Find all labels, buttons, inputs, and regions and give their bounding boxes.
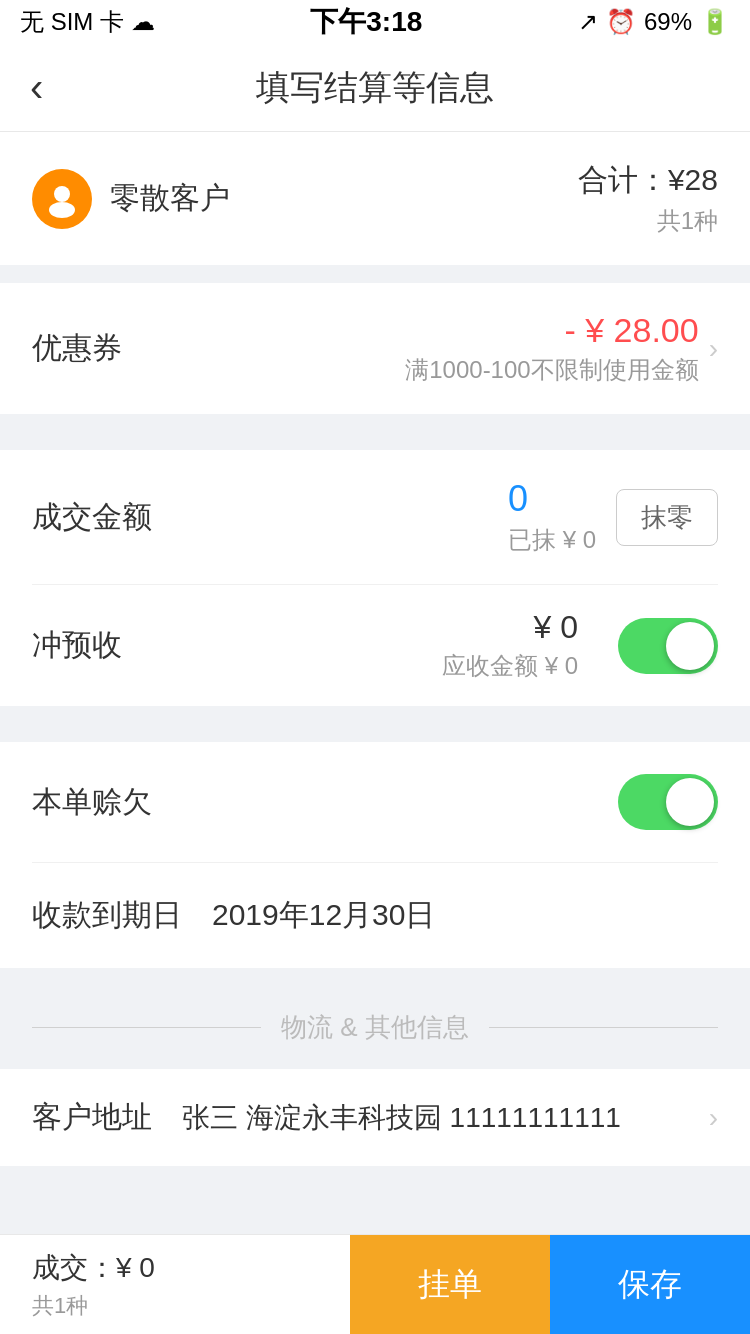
coupon-label: 优惠券: [32, 328, 122, 369]
bottom-summary-count: 共1种: [32, 1291, 318, 1321]
svg-point-1: [49, 202, 75, 218]
due-date-label: 收款到期日: [32, 895, 182, 936]
prepayment-sub: 应收金额 ¥ 0: [442, 650, 578, 682]
status-right: ↗ ⏰ 69% 🔋: [578, 8, 730, 36]
customer-right: 合计：¥28 共1种: [578, 160, 718, 237]
credit-toggle[interactable]: [618, 774, 718, 830]
chevron-right-icon-address: ›: [709, 1102, 718, 1134]
coupon-desc: 满1000-100不限制使用金额: [405, 354, 698, 386]
credit-label: 本单赊欠: [32, 782, 152, 823]
nav-bar: ‹ 填写结算等信息: [0, 44, 750, 132]
bottom-summary-value: ¥ 0: [116, 1252, 155, 1283]
status-left: 无 SIM 卡 ☁: [20, 6, 155, 38]
address-row[interactable]: 客户地址 张三 海淀永丰科技园 11111111111 ›: [0, 1069, 750, 1166]
transaction-value: 0: [508, 478, 596, 520]
prepayment-amount-col: ¥ 0 应收金额 ¥ 0: [442, 609, 578, 682]
credit-section: 本单赊欠 收款到期日 2019年12月30日: [0, 742, 750, 968]
prepayment-amount: ¥ 0: [442, 609, 578, 646]
transaction-label: 成交金额: [32, 497, 152, 538]
coupon-section[interactable]: 优惠券 - ¥ 28.00 满1000-100不限制使用金额 ›: [0, 283, 750, 414]
coupon-amount: - ¥ 28.00: [405, 311, 698, 350]
avatar: [32, 169, 92, 229]
hang-single-button[interactable]: 挂单: [350, 1235, 550, 1334]
svg-point-0: [54, 186, 70, 202]
transaction-section: 成交金额 0 已抹 ¥ 0 抹零 冲预收 ¥ 0 应收金额 ¥ 0: [0, 450, 750, 706]
address-section[interactable]: 客户地址 张三 海淀永丰科技园 11111111111 ›: [0, 1069, 750, 1166]
page-title: 填写结算等信息: [256, 65, 494, 111]
coupon-right: - ¥ 28.00 满1000-100不限制使用金额 ›: [405, 311, 718, 386]
prepayment-toggle[interactable]: [618, 618, 718, 674]
toggle-slider-credit: [618, 774, 718, 830]
customer-name: 零散客户: [110, 178, 230, 219]
due-date-value: 2019年12月30日: [212, 895, 435, 936]
bottom-summary-text: 成交：: [32, 1252, 116, 1283]
battery-icon: 🔋: [700, 8, 730, 36]
customer-row: 零散客户 合计：¥28 共1种: [0, 132, 750, 265]
logistics-line-right: [489, 1027, 718, 1028]
save-button[interactable]: 保存: [550, 1235, 750, 1334]
section-separator-1: [0, 432, 750, 450]
due-date-row: 收款到期日 2019年12月30日: [0, 863, 750, 968]
chevron-right-icon: ›: [709, 333, 718, 365]
coupon-row[interactable]: 优惠券 - ¥ 28.00 满1000-100不限制使用金额 ›: [0, 283, 750, 414]
round-zero-button[interactable]: 抹零: [616, 489, 718, 546]
logistics-label: 物流 & 其他信息: [281, 1010, 469, 1045]
status-bar: 无 SIM 卡 ☁ 下午3:18 ↗ ⏰ 69% 🔋: [0, 0, 750, 44]
bottom-summary: 成交：¥ 0 共1种: [0, 1235, 350, 1334]
address-label: 客户地址: [32, 1097, 152, 1138]
bottom-summary-label: 成交：¥ 0: [32, 1249, 318, 1287]
customer-left: 零散客户: [32, 169, 230, 229]
alarm-icon: ⏰: [606, 8, 636, 36]
logistics-separator: 物流 & 其他信息: [0, 986, 750, 1069]
address-value: 张三 海淀永丰科技园 11111111111: [182, 1099, 699, 1137]
section-separator-2: [0, 724, 750, 742]
transaction-sub: 已抹 ¥ 0: [508, 524, 596, 556]
back-button[interactable]: ‹: [30, 65, 43, 110]
customer-count: 共1种: [578, 205, 718, 237]
location-icon: ↗: [578, 8, 598, 36]
credit-row: 本单赊欠: [0, 742, 750, 862]
logistics-line-left: [32, 1027, 261, 1028]
bottom-bar: 成交：¥ 0 共1种 挂单 保存: [0, 1234, 750, 1334]
customer-section: 零散客户 合计：¥28 共1种: [0, 132, 750, 265]
transaction-row: 成交金额 0 已抹 ¥ 0 抹零: [0, 450, 750, 584]
transaction-right: 0 已抹 ¥ 0 抹零: [508, 478, 718, 556]
prepayment-label: 冲预收: [32, 625, 122, 666]
prepayment-row: 冲预收 ¥ 0 应收金额 ¥ 0: [0, 585, 750, 706]
sim-status: 无 SIM 卡 ☁: [20, 6, 155, 38]
coupon-info: - ¥ 28.00 满1000-100不限制使用金额: [405, 311, 698, 386]
customer-total: 合计：¥28: [578, 160, 718, 201]
status-time: 下午3:18: [310, 3, 422, 41]
toggle-slider-prepayment: [618, 618, 718, 674]
transaction-value-col: 0 已抹 ¥ 0: [508, 478, 596, 556]
battery-level: 69%: [644, 8, 692, 36]
